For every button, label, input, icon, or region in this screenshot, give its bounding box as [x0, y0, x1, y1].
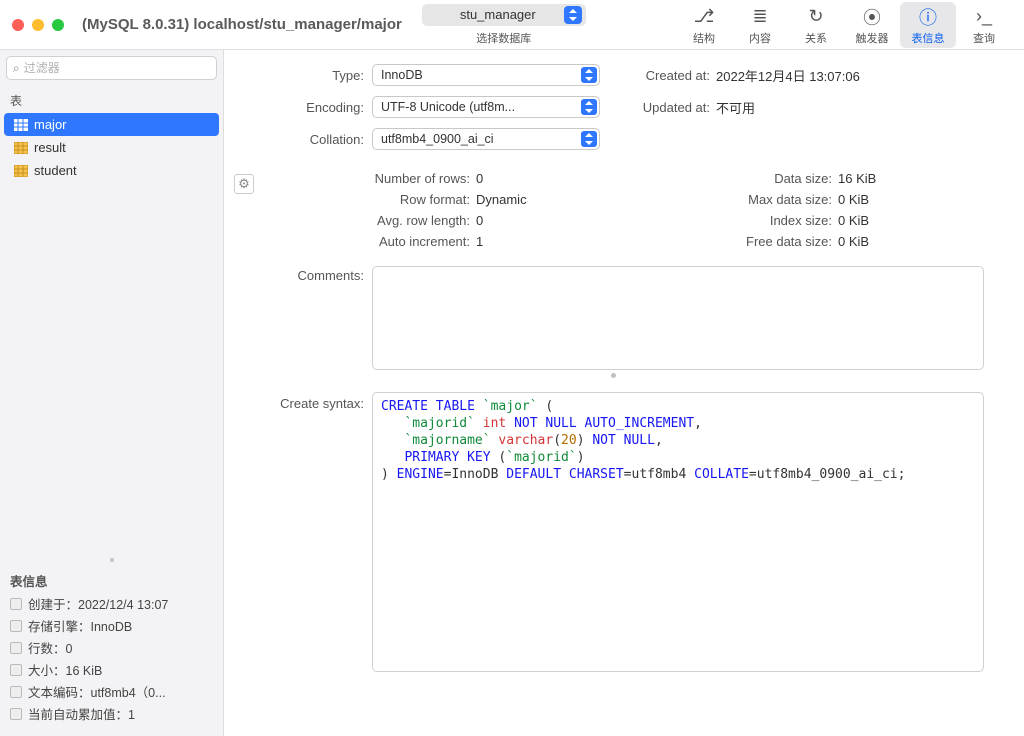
rowformat-label: Row format:	[290, 192, 470, 207]
updated-value: 不可用	[716, 98, 755, 117]
tab-label: 关系	[805, 30, 827, 46]
database-value: stu_manager	[460, 7, 564, 22]
minimize-icon[interactable]	[32, 19, 44, 31]
titlebar: (MySQL 8.0.31) localhost/stu_manager/maj…	[0, 0, 1024, 50]
tab-label: 表信息	[912, 30, 945, 46]
table-item-label: major	[34, 117, 67, 132]
created-label: Created at:	[624, 68, 710, 83]
sidebar-info-panel: 表信息 创建于：2022/12/4 13:07 存储引擎：InnoDB 行数：0…	[0, 563, 223, 736]
type-value: InnoDB	[381, 68, 581, 82]
info-size: 大小：16 KiB	[10, 660, 213, 679]
fullscreen-icon[interactable]	[52, 19, 64, 31]
datasize-label: Data size:	[652, 171, 832, 186]
info-created: 创建于：2022/12/4 13:07	[10, 594, 213, 613]
rowformat-value: Dynamic	[476, 192, 527, 207]
database-selector-label: 选择数据库	[476, 30, 531, 46]
bullet-icon	[10, 664, 22, 676]
info-icon: ⓘ	[919, 6, 937, 28]
table-item-major[interactable]: major	[4, 113, 219, 136]
table-list: major result student	[0, 113, 223, 182]
tab-content[interactable]: ≣ 内容	[732, 2, 788, 48]
sidebar: ⌕ 表 major result student	[0, 50, 224, 736]
comments-textarea[interactable]	[372, 266, 984, 370]
collation-label: Collation:	[260, 132, 364, 147]
numrows-label: Number of rows:	[290, 171, 470, 186]
relations-icon: ↻	[808, 6, 823, 28]
encoding-label: Encoding:	[260, 100, 364, 115]
info-engine: 存储引擎：InnoDB	[10, 616, 213, 635]
collation-select[interactable]: utf8mb4_0900_ai_ci	[372, 128, 600, 150]
settings-button[interactable]: ⚙	[234, 174, 254, 194]
tab-label: 结构	[693, 30, 715, 46]
tab-relations[interactable]: ↻ 关系	[788, 2, 844, 48]
tab-query[interactable]: ›_ 查询	[956, 2, 1012, 48]
tab-triggers[interactable]: ⦿ 触发器	[844, 2, 900, 48]
gear-icon: ⚙	[238, 176, 250, 192]
sidebar-tables-header: 表	[0, 86, 223, 113]
autoinc-value: 1	[476, 234, 483, 249]
collation-value: utf8mb4_0900_ai_ci	[381, 132, 581, 146]
syntax-label: Create syntax:	[260, 392, 364, 672]
info-autoinc: 当前自动累加值：1	[10, 704, 213, 723]
triggers-icon: ⦿	[863, 6, 881, 28]
vertical-resize-handle[interactable]	[224, 370, 1002, 380]
chevron-up-down-icon	[564, 6, 582, 24]
indexsize-label: Index size:	[652, 213, 832, 228]
tab-label: 触发器	[856, 30, 889, 46]
traffic-lights	[12, 19, 64, 31]
maxdata-value: 0 KiB	[838, 192, 869, 207]
table-icon	[14, 142, 28, 154]
bullet-icon	[10, 642, 22, 654]
info-encoding: 文本编码：utf8mb4（0...	[10, 682, 213, 701]
autoinc-label: Auto increment:	[290, 234, 470, 249]
encoding-value: UTF-8 Unicode (utf8m...	[381, 100, 581, 114]
chevron-up-down-icon	[581, 67, 597, 83]
sidebar-info-title: 表信息	[10, 571, 213, 590]
bullet-icon	[10, 620, 22, 632]
table-item-student[interactable]: student	[0, 159, 223, 182]
numrows-value: 0	[476, 171, 483, 186]
encoding-select[interactable]: UTF-8 Unicode (utf8m...	[372, 96, 600, 118]
window-title: (MySQL 8.0.31) localhost/stu_manager/maj…	[82, 16, 402, 33]
datasize-value: 16 KiB	[838, 171, 876, 186]
avgrow-value: 0	[476, 213, 483, 228]
table-item-label: result	[34, 140, 66, 155]
chevron-up-down-icon	[581, 99, 597, 115]
created-value: 2022年12月4日 13:07:06	[716, 66, 860, 85]
query-icon: ›_	[976, 6, 992, 28]
filter-input-wrap[interactable]: ⌕	[6, 56, 217, 80]
table-item-result[interactable]: result	[0, 136, 223, 159]
tab-label: 内容	[749, 30, 771, 46]
type-label: Type:	[260, 68, 364, 83]
updated-label: Updated at:	[624, 100, 710, 115]
tab-structure[interactable]: ⎇ 结构	[676, 2, 732, 48]
main-content: Type: InnoDB Created at: 2022年12月4日 13:0…	[224, 50, 1024, 736]
chevron-up-down-icon	[581, 131, 597, 147]
indexsize-value: 0 KiB	[838, 213, 869, 228]
table-item-label: student	[34, 163, 77, 178]
close-icon[interactable]	[12, 19, 24, 31]
freedata-value: 0 KiB	[838, 234, 869, 249]
filter-input[interactable]	[24, 61, 210, 75]
create-syntax-box[interactable]: CREATE TABLE `major` ( `majorid` int NOT…	[372, 392, 984, 672]
freedata-label: Free data size:	[652, 234, 832, 249]
search-icon: ⌕	[13, 61, 20, 76]
type-select[interactable]: InnoDB	[372, 64, 600, 86]
bullet-icon	[10, 708, 22, 720]
database-selector[interactable]: stu_manager 选择数据库	[422, 4, 586, 46]
tab-tableinfo[interactable]: ⓘ 表信息	[900, 2, 956, 48]
tab-label: 查询	[973, 30, 995, 46]
bullet-icon	[10, 686, 22, 698]
toolbar: ⎇ 结构 ≣ 内容 ↻ 关系 ⦿ 触发器 ⓘ 表信息 ›_ 查询	[676, 2, 1012, 48]
bullet-icon	[10, 598, 22, 610]
info-rows: 行数：0	[10, 638, 213, 657]
structure-icon: ⎇	[694, 6, 715, 28]
comments-label: Comments:	[260, 266, 364, 370]
table-icon	[14, 119, 28, 131]
maxdata-label: Max data size:	[652, 192, 832, 207]
table-icon	[14, 165, 28, 177]
avgrow-label: Avg. row length:	[290, 213, 470, 228]
content-icon: ≣	[752, 6, 767, 28]
